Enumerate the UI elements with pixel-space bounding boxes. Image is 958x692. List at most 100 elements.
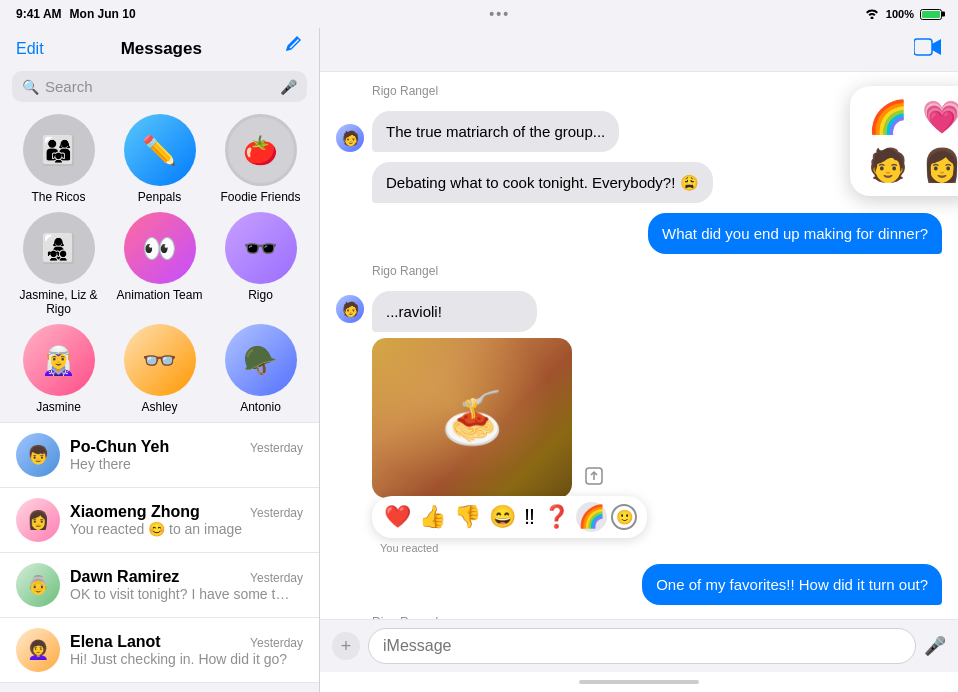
battery-icon: [920, 9, 942, 20]
conv-time-elena: Yesterday: [250, 636, 303, 650]
msg-row-5: One of my favorites!! How did it turn ou…: [336, 564, 942, 605]
food-image: 🍝: [372, 338, 572, 498]
tapback-people-1[interactable]: 🧑: [866, 146, 910, 184]
search-input[interactable]: Search: [45, 78, 274, 95]
avatar-penpals: ✏️: [124, 114, 196, 186]
sidebar: Edit Messages 🔍 Search 🎤 👨‍👩‍👧 The Ricos…: [0, 28, 320, 692]
msg-avatar-rigo-1: 🧑: [336, 124, 364, 152]
search-icon: 🔍: [22, 79, 39, 95]
avatar-foodie: 🍅: [225, 114, 297, 186]
reaction-rainbow[interactable]: 🌈: [576, 502, 607, 532]
svg-marker-1: [932, 39, 941, 55]
pinned-grid: 👨‍👩‍👧 The Ricos ✏️ Penpals 🍅 Foodie Frie…: [0, 110, 319, 422]
sidebar-header: Edit Messages: [0, 28, 319, 65]
tapback-rainbow[interactable]: 🌈: [866, 98, 910, 136]
msg-row-4: 🧑 ...ravioli! 🍝: [336, 291, 942, 538]
reaction-thumbsup[interactable]: 👍: [417, 502, 448, 532]
conv-preview-xiaomeng: You reacted 😊 to an image: [70, 521, 290, 537]
pinned-item-animation-team[interactable]: 👀 Animation Team: [113, 212, 206, 316]
conv-time-xiaomeng: Yesterday: [250, 506, 303, 520]
conv-item-po-chun[interactable]: 👦 Po-Chun Yeh Yesterday Hey there: [0, 422, 319, 488]
conv-info-elena: Elena Lanot Yesterday Hi! Just checking …: [70, 633, 303, 667]
avatar-jasmine: 🧝‍♀️: [23, 324, 95, 396]
pinned-label-foodie: Foodie Friends: [220, 190, 300, 204]
bubble-text-4: ...ravioli!: [386, 301, 442, 322]
main-layout: Edit Messages 🔍 Search 🎤 👨‍👩‍👧 The Ricos…: [0, 28, 958, 692]
video-call-button[interactable]: [914, 37, 942, 62]
search-bar[interactable]: 🔍 Search 🎤: [12, 71, 307, 102]
compose-button[interactable]: [279, 36, 303, 61]
wifi-icon: [864, 7, 880, 21]
reaction-exclamation[interactable]: ‼️: [522, 502, 537, 532]
reaction-thumbsdown[interactable]: 👎: [452, 502, 483, 532]
mic-icon[interactable]: 🎤: [280, 79, 297, 95]
conv-name-xiaomeng: Xiaomeng Zhong: [70, 503, 200, 521]
pinned-item-foodie[interactable]: 🍅 Foodie Friends: [214, 114, 307, 204]
pinned-label-penpals: Penpals: [138, 190, 181, 204]
bubble-3: What did you end up making for dinner?: [648, 213, 942, 254]
voice-input-button[interactable]: 🎤: [924, 635, 946, 657]
svg-rect-0: [914, 39, 932, 55]
chat-header: [320, 28, 958, 72]
conv-avatar-dawn: 👵: [16, 563, 60, 607]
avatar-jasmine-liz-rigo: 👩‍👧‍👦: [23, 212, 95, 284]
bubble-text-2: Debating what to cook tonight. Everybody…: [386, 174, 699, 191]
avatar-ricos: 👨‍👩‍👧: [23, 114, 95, 186]
pinned-item-penpals[interactable]: ✏️ Penpals: [113, 114, 206, 204]
pinned-item-jasmine-liz-rigo[interactable]: 👩‍👧‍👦 Jasmine, Liz & Rigo: [12, 212, 105, 316]
chat-area: 🌈 💗 🧑 👩 Rigo Rangel 🧑 The true matriarch…: [320, 28, 958, 692]
pinned-label-ricos: The Ricos: [31, 190, 85, 204]
conv-info-xiaomeng: Xiaomeng Zhong Yesterday You reacted 😊 t…: [70, 503, 303, 537]
conv-time-po-chun: Yesterday: [250, 441, 303, 455]
conv-info-po-chun: Po-Chun Yeh Yesterday Hey there: [70, 438, 303, 472]
pinned-label-jasmine: Jasmine: [36, 400, 81, 414]
edit-button[interactable]: Edit: [16, 40, 44, 58]
bubble-text-3: What did you end up making for dinner?: [662, 225, 928, 242]
tapback-heart[interactable]: 💗: [920, 98, 958, 136]
bubble-1: The true matriarch of the group...: [372, 111, 619, 152]
avatar-animation-team: 👀: [124, 212, 196, 284]
pinned-item-ashley[interactable]: 👓 Ashley: [113, 324, 206, 414]
home-indicator: [579, 680, 699, 684]
home-indicator-area: [320, 672, 958, 692]
conv-time-dawn: Yesterday: [250, 571, 303, 585]
pinned-item-rigo[interactable]: 🕶️ Rigo: [214, 212, 307, 316]
avatar-ashley: 👓: [124, 324, 196, 396]
pinned-label-ashley: Ashley: [141, 400, 177, 414]
conv-item-xiaomeng[interactable]: 👩 Xiaomeng Zhong Yesterday You reacted 😊…: [0, 488, 319, 553]
conv-preview-po-chun: Hey there: [70, 456, 290, 472]
conv-item-elena[interactable]: 👩‍🦱 Elena Lanot Yesterday Hi! Just check…: [0, 618, 319, 683]
tapback-popup: 🌈 💗 🧑 👩: [850, 86, 958, 196]
conv-info-dawn: Dawn Ramirez Yesterday OK to visit tonig…: [70, 568, 303, 602]
pinned-item-ricos[interactable]: 👨‍👩‍👧 The Ricos: [12, 114, 105, 204]
message-input[interactable]: [368, 628, 916, 664]
reaction-heart[interactable]: ❤️: [382, 502, 413, 532]
status-bar: 9:41 AM Mon Jun 10 ••• 100%: [0, 0, 958, 28]
add-attachment-button[interactable]: +: [332, 632, 360, 660]
search-container: 🔍 Search 🎤: [0, 65, 319, 110]
share-button[interactable]: [584, 466, 604, 490]
add-reaction-button[interactable]: 🙂: [611, 504, 637, 530]
conv-avatar-xiaomeng: 👩: [16, 498, 60, 542]
tapback-people-2[interactable]: 👩: [920, 146, 958, 184]
bubble-2: Debating what to cook tonight. Everybody…: [372, 162, 713, 203]
conversation-list: 👦 Po-Chun Yeh Yesterday Hey there 👩 Xiao…: [0, 422, 319, 692]
pinned-item-antonio[interactable]: 🪖 Antonio: [214, 324, 307, 414]
battery-percentage: 100%: [886, 8, 914, 20]
conv-item-dawn[interactable]: 👵 Dawn Ramirez Yesterday OK to visit ton…: [0, 553, 319, 618]
conv-name-po-chun: Po-Chun Yeh: [70, 438, 169, 456]
reaction-question[interactable]: ❓: [541, 502, 572, 532]
pinned-item-jasmine[interactable]: 🧝‍♀️ Jasmine: [12, 324, 105, 414]
bubble-text-5: One of my favorites!! How did it turn ou…: [656, 576, 928, 593]
reaction-haha[interactable]: 😄: [487, 502, 518, 532]
conv-name-dawn: Dawn Ramirez: [70, 568, 179, 586]
reaction-bar: ❤️ 👍 👎 😄 ‼️ ❓ 🌈 🙂: [372, 496, 647, 538]
conv-preview-elena: Hi! Just checking in. How did it go?: [70, 651, 290, 667]
conv-preview-dawn: OK to visit tonight? I have some things …: [70, 586, 290, 602]
status-time: 9:41 AM: [16, 7, 62, 21]
sidebar-title: Messages: [44, 39, 279, 59]
status-date: Mon Jun 10: [70, 7, 136, 21]
pinned-label-rigo: Rigo: [248, 288, 273, 302]
pinned-label-jasmine-liz-rigo: Jasmine, Liz & Rigo: [12, 288, 105, 316]
conv-avatar-elena: 👩‍🦱: [16, 628, 60, 672]
